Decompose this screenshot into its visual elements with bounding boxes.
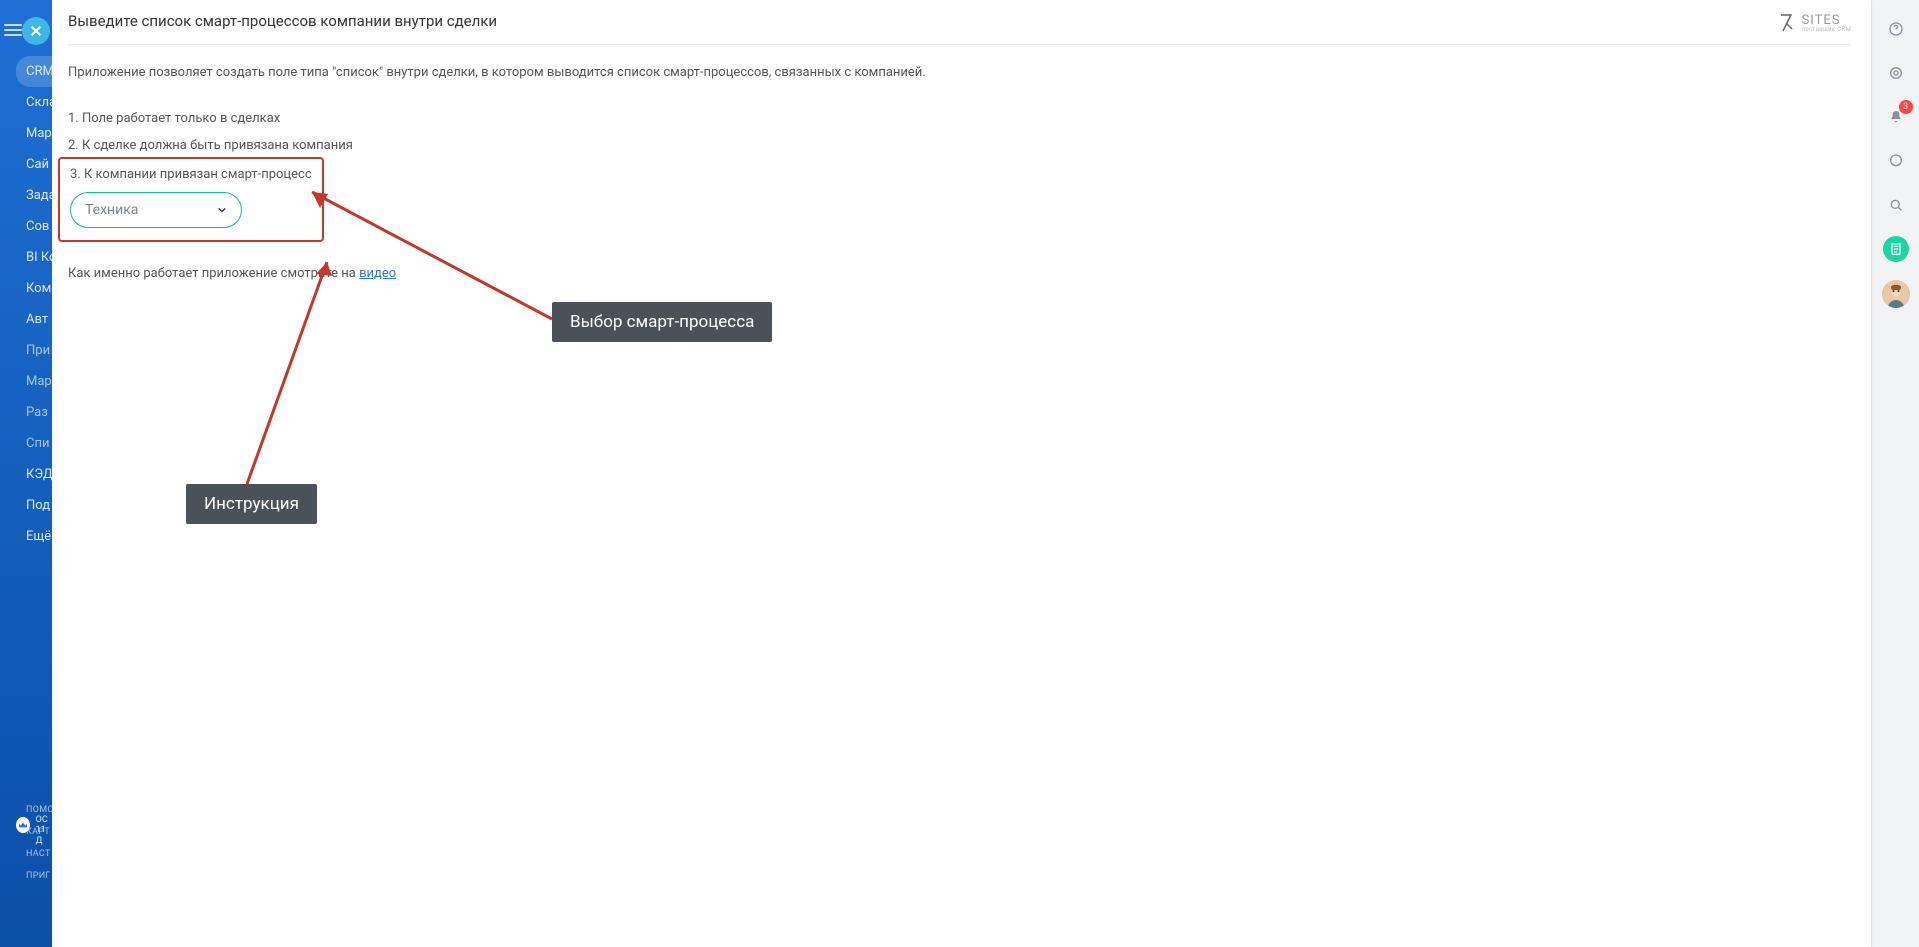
avatar[interactable] <box>1882 280 1910 308</box>
sidebar-item[interactable]: Под <box>0 490 52 521</box>
sidebar-item[interactable]: Сай <box>0 149 52 180</box>
main-panel: Выведите список смарт-процессов компании… <box>52 0 1871 947</box>
video-line: Как именно работает приложение смотрите … <box>68 266 1851 281</box>
sidebar-item[interactable]: Авт <box>0 304 52 335</box>
sidebar-item[interactable]: Сов <box>0 211 52 242</box>
page-title: Выведите список смарт-процессов компании… <box>68 12 497 30</box>
sidebar-nav: CRM Скла Мар Сай Зада Сов BI Кс Ком Авт … <box>0 56 52 552</box>
sidebar-item[interactable]: КЭД <box>0 459 52 490</box>
divider <box>68 44 1851 45</box>
notes-icon[interactable] <box>1883 236 1909 262</box>
sidebar-item[interactable]: Спи <box>0 428 52 459</box>
sidebar-footer-item[interactable]: ПРИГ <box>0 865 52 887</box>
brand-name: SITES <box>1802 14 1851 27</box>
panel-body: Приложение позволяет создать поле типа "… <box>52 44 1871 281</box>
search-icon[interactable] <box>1883 192 1909 218</box>
crown-icon <box>16 817 30 833</box>
brand-logo: SITES поставщик CRM <box>1778 12 1851 34</box>
rule-1: 1. Поле работает только в сделках <box>68 111 1851 126</box>
brand-logo-mark-icon <box>1778 12 1800 34</box>
rule-3: 3. К компании привязан смарт-процесс <box>70 167 312 182</box>
sidebar-item[interactable]: Мар <box>0 118 52 149</box>
sidebar-item[interactable]: При <box>0 335 52 366</box>
sidebar-item-more[interactable]: Ещё <box>0 521 52 552</box>
left-sidebar: CRM Скла Мар Сай Зада Сов BI Кс Ком Авт … <box>0 0 52 947</box>
sidebar-item-crm[interactable]: CRM <box>16 56 52 87</box>
notification-badge: 3 <box>1899 100 1913 114</box>
video-link[interactable]: видео <box>359 266 396 281</box>
arrow-2-icon <box>212 244 372 494</box>
select-value: Техника <box>85 202 138 218</box>
help-icon[interactable] <box>1883 16 1909 42</box>
sidebar-item[interactable]: Ком <box>0 273 52 304</box>
trial-text: ОС 11 Д <box>36 815 52 847</box>
menu-toggle-icon[interactable] <box>4 24 22 38</box>
sidebar-item[interactable]: Мар <box>0 366 52 397</box>
description-text: Приложение позволяет создать поле типа "… <box>68 63 1851 83</box>
brand-subtitle: поставщик CRM <box>1802 27 1851 33</box>
chat-icon[interactable] <box>1883 148 1909 174</box>
sidebar-item[interactable]: Зада <box>0 180 52 211</box>
copilot-icon[interactable] <box>1883 60 1909 86</box>
rule-2: 2. К сделке должна быть привязана компан… <box>68 138 1851 153</box>
highlight-box: 3. К компании привязан смарт-процесс Тех… <box>58 157 324 242</box>
sidebar-item[interactable]: Раз <box>0 397 52 428</box>
close-button[interactable] <box>22 17 50 45</box>
smart-process-select[interactable]: Техника <box>70 192 242 228</box>
panel-header: Выведите список смарт-процессов компании… <box>52 0 1871 44</box>
chevron-down-icon <box>217 205 227 215</box>
sidebar-item[interactable]: BI Кс <box>0 242 52 273</box>
arrow-1-icon <box>292 174 562 324</box>
annotation-instruction: Инструкция <box>186 484 317 524</box>
right-rail: 3 <box>1871 0 1919 947</box>
annotation-select: Выбор смарт-процесса <box>552 302 772 342</box>
bell-icon[interactable]: 3 <box>1883 104 1909 130</box>
trial-badge[interactable]: ОС 11 Д <box>16 815 52 847</box>
sidebar-item[interactable]: Скла <box>0 87 52 118</box>
